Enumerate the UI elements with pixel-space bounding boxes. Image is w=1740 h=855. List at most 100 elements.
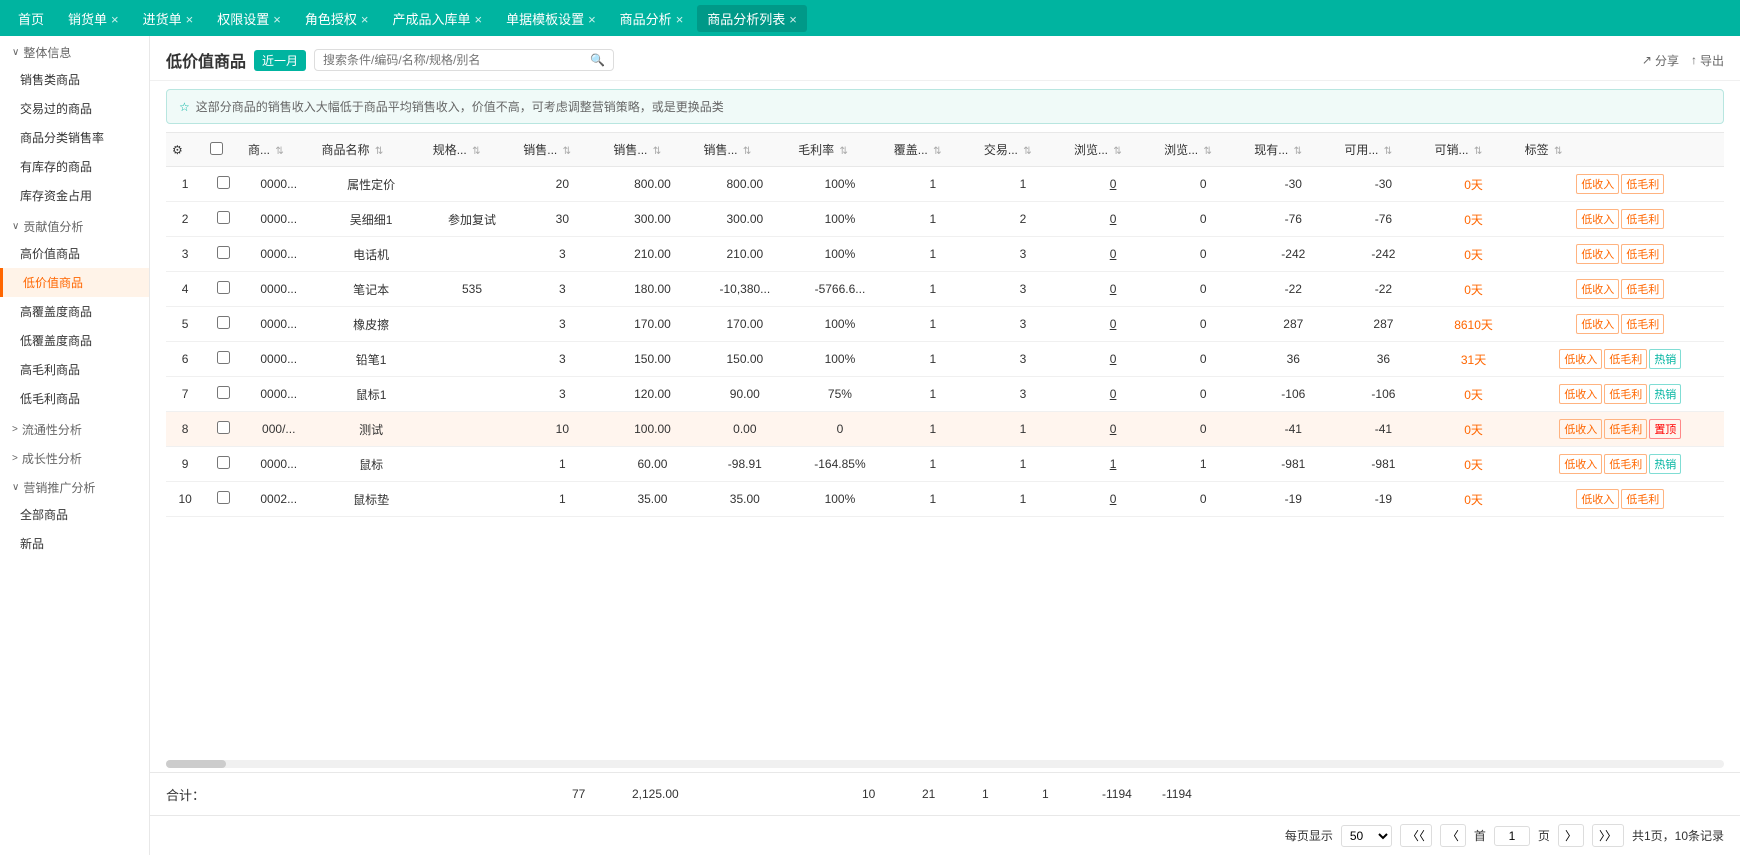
sidebar-item-低价值商品[interactable]: 低价值商品 — [0, 268, 149, 297]
sort-icon[interactable]: ⇅ — [1203, 146, 1211, 157]
close-icon[interactable]: × — [789, 12, 797, 27]
next-page-button[interactable]: 〉 — [1558, 824, 1584, 847]
browse-count[interactable]: 0 — [1068, 237, 1158, 272]
row-select-checkbox[interactable] — [217, 386, 230, 399]
close-icon[interactable]: × — [588, 12, 596, 27]
search-input[interactable] — [323, 53, 586, 67]
nav-item-角色授权[interactable]: 角色授权× — [295, 5, 379, 32]
column-header-current_stock[interactable]: 现有... ⇅ — [1248, 133, 1338, 167]
nav-item-首页[interactable]: 首页 — [8, 5, 54, 32]
browse-count[interactable]: 0 — [1068, 272, 1158, 307]
browse-count[interactable]: 0 — [1068, 342, 1158, 377]
column-header-browse1[interactable]: 浏览... ⇅ — [1068, 133, 1158, 167]
row-select-checkbox[interactable] — [217, 316, 230, 329]
search-box[interactable]: 🔍 — [314, 49, 614, 71]
sort-icon[interactable]: ⇅ — [1474, 146, 1482, 157]
sidebar-item-交易过的商品[interactable]: 交易过的商品 — [0, 94, 149, 123]
close-icon[interactable]: × — [273, 12, 281, 27]
sidebar-item-高价值商品[interactable]: 高价值商品 — [0, 239, 149, 268]
column-header-checkbox[interactable] — [204, 133, 242, 167]
column-header-code[interactable]: 商... ⇅ — [242, 133, 315, 167]
column-header-sale_amount[interactable]: 销售... ⇅ — [698, 133, 793, 167]
column-header-spec[interactable]: 规格... ⇅ — [427, 133, 518, 167]
sidebar-group-整体信息[interactable]: ∨整体信息 — [0, 36, 149, 65]
browse-count[interactable]: 0 — [1068, 377, 1158, 412]
close-icon[interactable]: × — [361, 12, 369, 27]
sort-icon[interactable]: ⇅ — [1294, 146, 1302, 157]
browse-count[interactable]: 0 — [1068, 202, 1158, 237]
sort-icon[interactable]: ⇅ — [743, 146, 751, 157]
browse-count-link[interactable]: 0 — [1110, 387, 1117, 401]
browse-count[interactable]: 0 — [1068, 307, 1158, 342]
page-number-input[interactable] — [1494, 826, 1530, 846]
browse-count-link[interactable]: 0 — [1110, 492, 1117, 506]
first-page-button[interactable]: 〈〈 — [1400, 824, 1432, 847]
browse-count-link[interactable]: 0 — [1110, 317, 1117, 331]
row-select-checkbox[interactable] — [217, 281, 230, 294]
column-header-settings[interactable]: ⚙ — [166, 133, 204, 167]
close-icon[interactable]: × — [676, 12, 684, 27]
sidebar-item-高毛利商品[interactable]: 高毛利商品 — [0, 355, 149, 384]
nav-item-单据模板设置[interactable]: 单据模板设置× — [496, 5, 606, 32]
sidebar-item-商品分类销售率[interactable]: 商品分类销售率 — [0, 123, 149, 152]
select-all-checkbox[interactable] — [210, 142, 223, 155]
close-icon[interactable]: × — [186, 12, 194, 27]
export-button[interactable]: ↑ 导出 — [1691, 52, 1724, 69]
row-checkbox[interactable] — [204, 412, 242, 447]
row-select-checkbox[interactable] — [217, 491, 230, 504]
sort-icon[interactable]: ⇅ — [653, 146, 661, 157]
column-header-coverage[interactable]: 覆盖... ⇅ — [888, 133, 978, 167]
sort-icon[interactable]: ⇅ — [563, 146, 571, 157]
browse-count-link[interactable]: 0 — [1110, 212, 1117, 226]
nav-item-权限设置[interactable]: 权限设置× — [207, 5, 291, 32]
row-checkbox[interactable] — [204, 237, 242, 272]
scrollbar-thumb[interactable] — [166, 760, 226, 768]
row-checkbox[interactable] — [204, 447, 242, 482]
row-select-checkbox[interactable] — [217, 421, 230, 434]
sort-icon[interactable]: ⇅ — [275, 146, 283, 157]
row-checkbox[interactable] — [204, 482, 242, 517]
prev-page-button[interactable]: 〈 — [1440, 824, 1466, 847]
column-header-browse2[interactable]: 浏览... ⇅ — [1158, 133, 1248, 167]
sort-icon[interactable]: ⇅ — [1554, 146, 1562, 157]
sort-icon[interactable]: ⇅ — [472, 146, 480, 157]
last-page-button[interactable]: 〉〉 — [1592, 824, 1624, 847]
sidebar-group-贡献值分析[interactable]: ∨贡献值分析 — [0, 210, 149, 239]
row-select-checkbox[interactable] — [217, 211, 230, 224]
horizontal-scrollbar[interactable] — [166, 760, 1724, 768]
sidebar-item-新品[interactable]: 新品 — [0, 529, 149, 558]
sidebar-item-低覆盖度商品[interactable]: 低覆盖度商品 — [0, 326, 149, 355]
browse-count[interactable]: 0 — [1068, 167, 1158, 202]
browse-count-link[interactable]: 0 — [1110, 282, 1117, 296]
column-header-saleable[interactable]: 可销... ⇅ — [1429, 133, 1519, 167]
row-select-checkbox[interactable] — [217, 351, 230, 364]
sort-icon[interactable]: ⇅ — [1023, 146, 1031, 157]
browse-count-link[interactable]: 0 — [1110, 422, 1117, 436]
row-checkbox[interactable] — [204, 167, 242, 202]
sort-icon[interactable]: ⇅ — [933, 146, 941, 157]
browse-count[interactable]: 1 — [1068, 447, 1158, 482]
column-header-trade[interactable]: 交易... ⇅ — [978, 133, 1068, 167]
column-header-available_stock[interactable]: 可用... ⇅ — [1338, 133, 1428, 167]
sidebar-group-营销推广分析[interactable]: ∨营销推广分析 — [0, 471, 149, 500]
row-select-checkbox[interactable] — [217, 246, 230, 259]
browse-count[interactable]: 0 — [1068, 412, 1158, 447]
share-button[interactable]: ↗ 分享 — [1642, 52, 1679, 69]
row-select-checkbox[interactable] — [217, 456, 230, 469]
close-icon[interactable]: × — [111, 12, 119, 27]
search-icon[interactable]: 🔍 — [590, 53, 605, 67]
sort-icon[interactable]: ⇅ — [1113, 146, 1121, 157]
settings-icon[interactable]: ⚙ — [172, 143, 183, 157]
per-page-select[interactable]: 50 20 100 — [1341, 825, 1392, 847]
row-checkbox[interactable] — [204, 377, 242, 412]
sort-icon[interactable]: ⇅ — [839, 146, 847, 157]
browse-count-link[interactable]: 1 — [1110, 457, 1117, 471]
column-header-name[interactable]: 商品名称 ⇅ — [315, 133, 426, 167]
column-header-gross_margin[interactable]: 毛利率 ⇅ — [792, 133, 888, 167]
sort-icon[interactable]: ⇅ — [375, 146, 383, 157]
nav-item-商品分析[interactable]: 商品分析× — [610, 5, 694, 32]
sidebar-item-库存资金占用[interactable]: 库存资金占用 — [0, 181, 149, 210]
nav-item-销货单[interactable]: 销货单× — [58, 5, 129, 32]
row-checkbox[interactable] — [204, 342, 242, 377]
row-checkbox[interactable] — [204, 307, 242, 342]
